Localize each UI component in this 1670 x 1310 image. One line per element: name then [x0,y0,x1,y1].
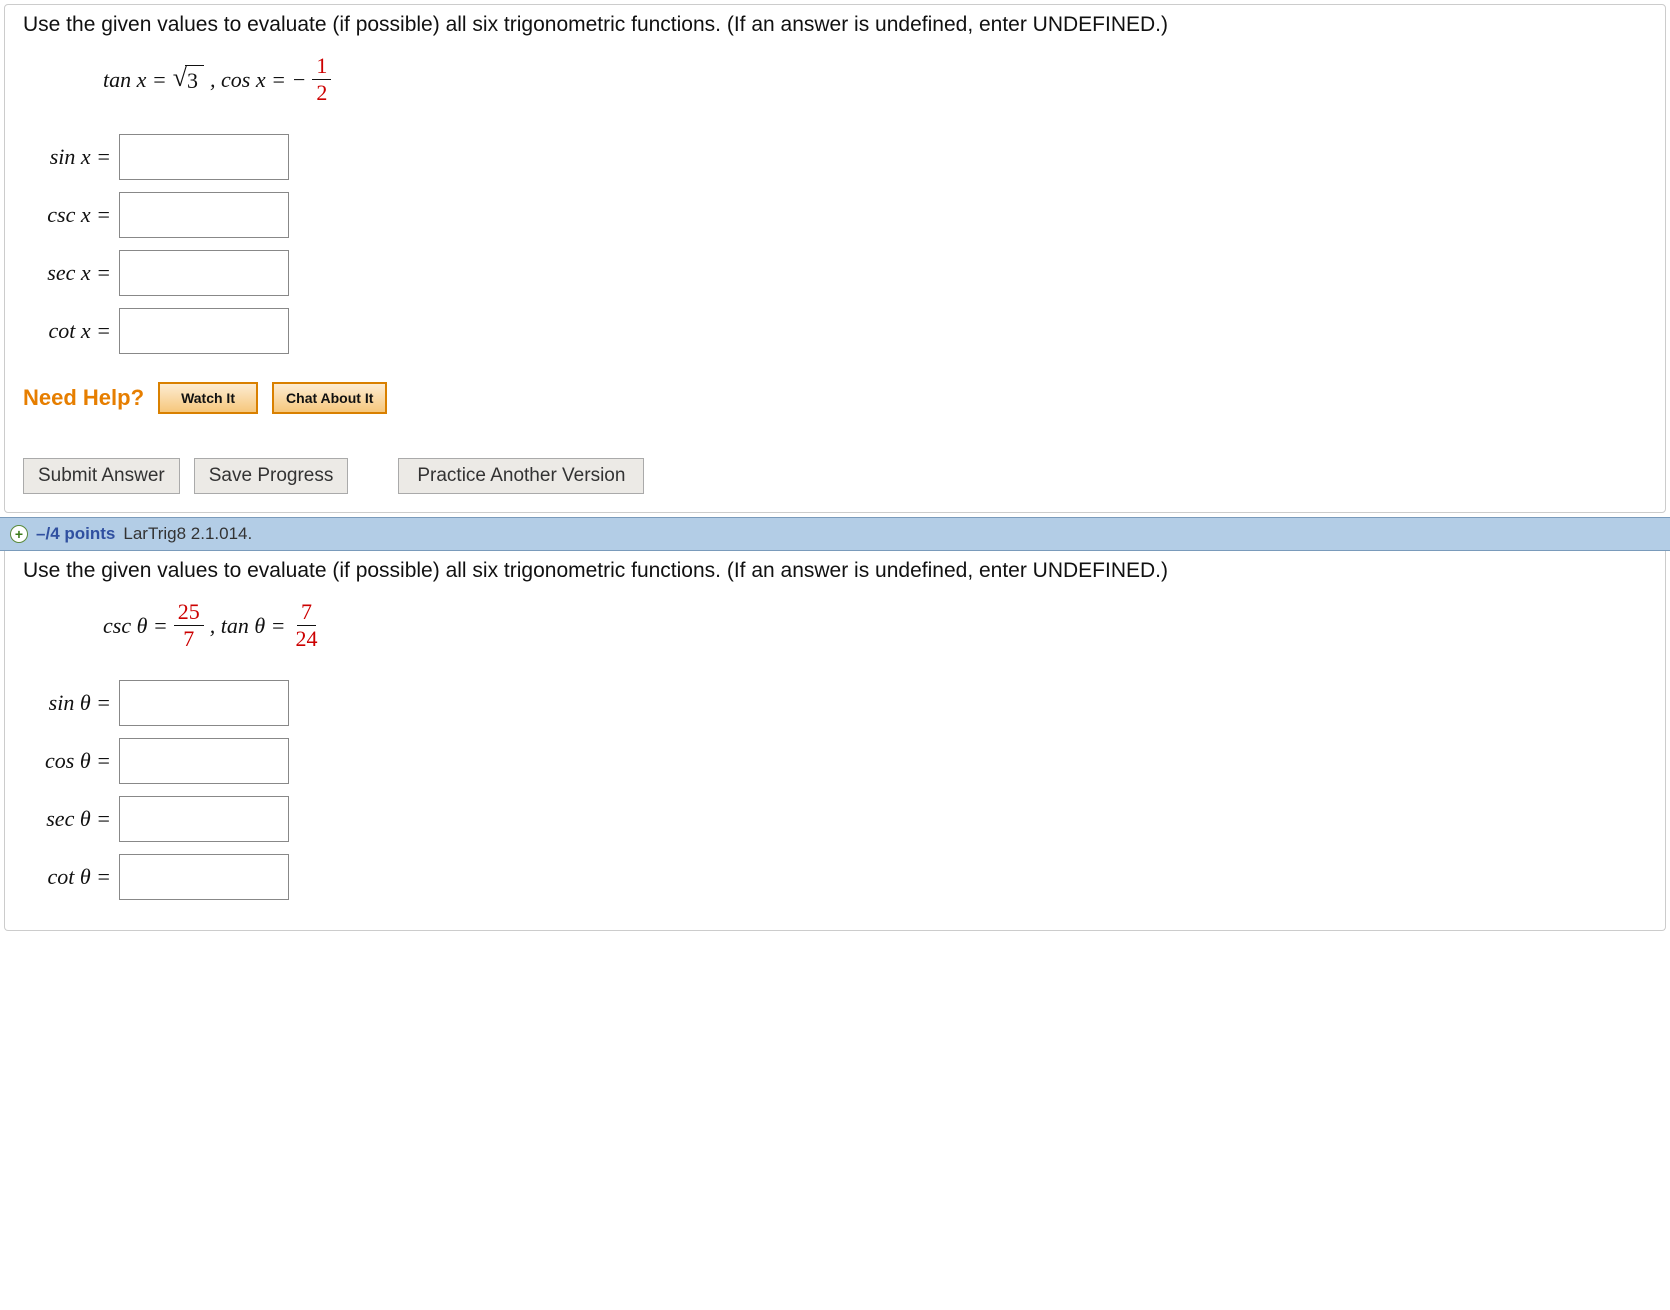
question-2-content: Use the given values to evaluate (if pos… [5,551,1665,930]
tan-x-label: tan x = [103,67,167,93]
chat-about-it-button[interactable]: Chat About It [272,382,387,414]
answer-row-cot-x: cot x = [23,308,1647,354]
points-value: 4 [50,524,59,543]
question-1-content: Use the given values to evaluate (if pos… [5,5,1665,440]
answer-row-cot-theta: cot θ = [23,854,1647,900]
submit-answer-button[interactable]: Submit Answer [23,458,180,494]
cot-theta-input[interactable] [119,854,289,900]
question-2-given: csc θ = 25 7 , tan θ = 7 24 [103,601,1647,650]
sin-x-input[interactable] [119,134,289,180]
points-suffix: points [60,524,116,543]
answer-label: cos θ = [23,748,111,774]
points-indicator: –/4 points [36,524,115,544]
tan-theta-label: , tan θ = [210,613,286,639]
tan-numerator: 7 [297,601,316,626]
answer-label: sin θ = [23,690,111,716]
answer-row-sin-x: sin x = [23,134,1647,180]
cos-fraction: 1 2 [312,55,331,104]
sin-theta-input[interactable] [119,680,289,726]
answer-row-sin-theta: sin θ = [23,680,1647,726]
tan-fraction: 7 24 [292,601,322,650]
sec-x-input[interactable] [119,250,289,296]
answer-label: csc x = [23,202,111,228]
practice-another-version-button[interactable]: Practice Another Version [398,458,644,494]
answer-label: sec x = [23,260,111,286]
question-2-prompt: Use the given values to evaluate (if pos… [23,559,1647,583]
answer-label: sin x = [23,144,111,170]
action-row: Submit Answer Save Progress Practice Ano… [5,440,1665,512]
csc-denominator: 7 [179,626,198,650]
cos-x-label: , cos x = − [210,67,306,93]
csc-fraction: 25 7 [174,601,204,650]
csc-theta-label: csc θ = [103,613,168,639]
radicand: 3 [185,65,204,94]
answer-row-sec-theta: sec θ = [23,796,1647,842]
need-help-row: Need Help? Watch It Chat About It [23,382,1647,414]
sec-theta-input[interactable] [119,796,289,842]
points-prefix: –/ [36,524,50,543]
cos-numerator: 1 [312,55,331,80]
sqrt-expression: √ 3 [173,65,204,94]
need-help-label: Need Help? [23,385,144,411]
question-1-given: tan x = √ 3 , cos x = − 1 2 [103,55,1647,104]
answer-row-sec-x: sec x = [23,250,1647,296]
answer-label: cot x = [23,318,111,344]
question-1-prompt: Use the given values to evaluate (if pos… [23,13,1647,37]
question-2: Use the given values to evaluate (if pos… [4,551,1666,931]
cot-x-input[interactable] [119,308,289,354]
cos-denominator: 2 [312,80,331,104]
csc-x-input[interactable] [119,192,289,238]
tan-denominator: 24 [292,626,322,650]
answer-row-csc-x: csc x = [23,192,1647,238]
save-progress-button[interactable]: Save Progress [194,458,349,494]
question-ref: LarTrig8 2.1.014. [123,524,252,544]
answer-row-cos-theta: cos θ = [23,738,1647,784]
question-2-header: + –/4 points LarTrig8 2.1.014. [0,517,1670,551]
cos-theta-input[interactable] [119,738,289,784]
watch-it-button[interactable]: Watch It [158,382,258,414]
csc-numerator: 25 [174,601,204,626]
answer-label: sec θ = [23,806,111,832]
expand-icon[interactable]: + [10,525,28,543]
question-1: Use the given values to evaluate (if pos… [4,4,1666,513]
answer-label: cot θ = [23,864,111,890]
